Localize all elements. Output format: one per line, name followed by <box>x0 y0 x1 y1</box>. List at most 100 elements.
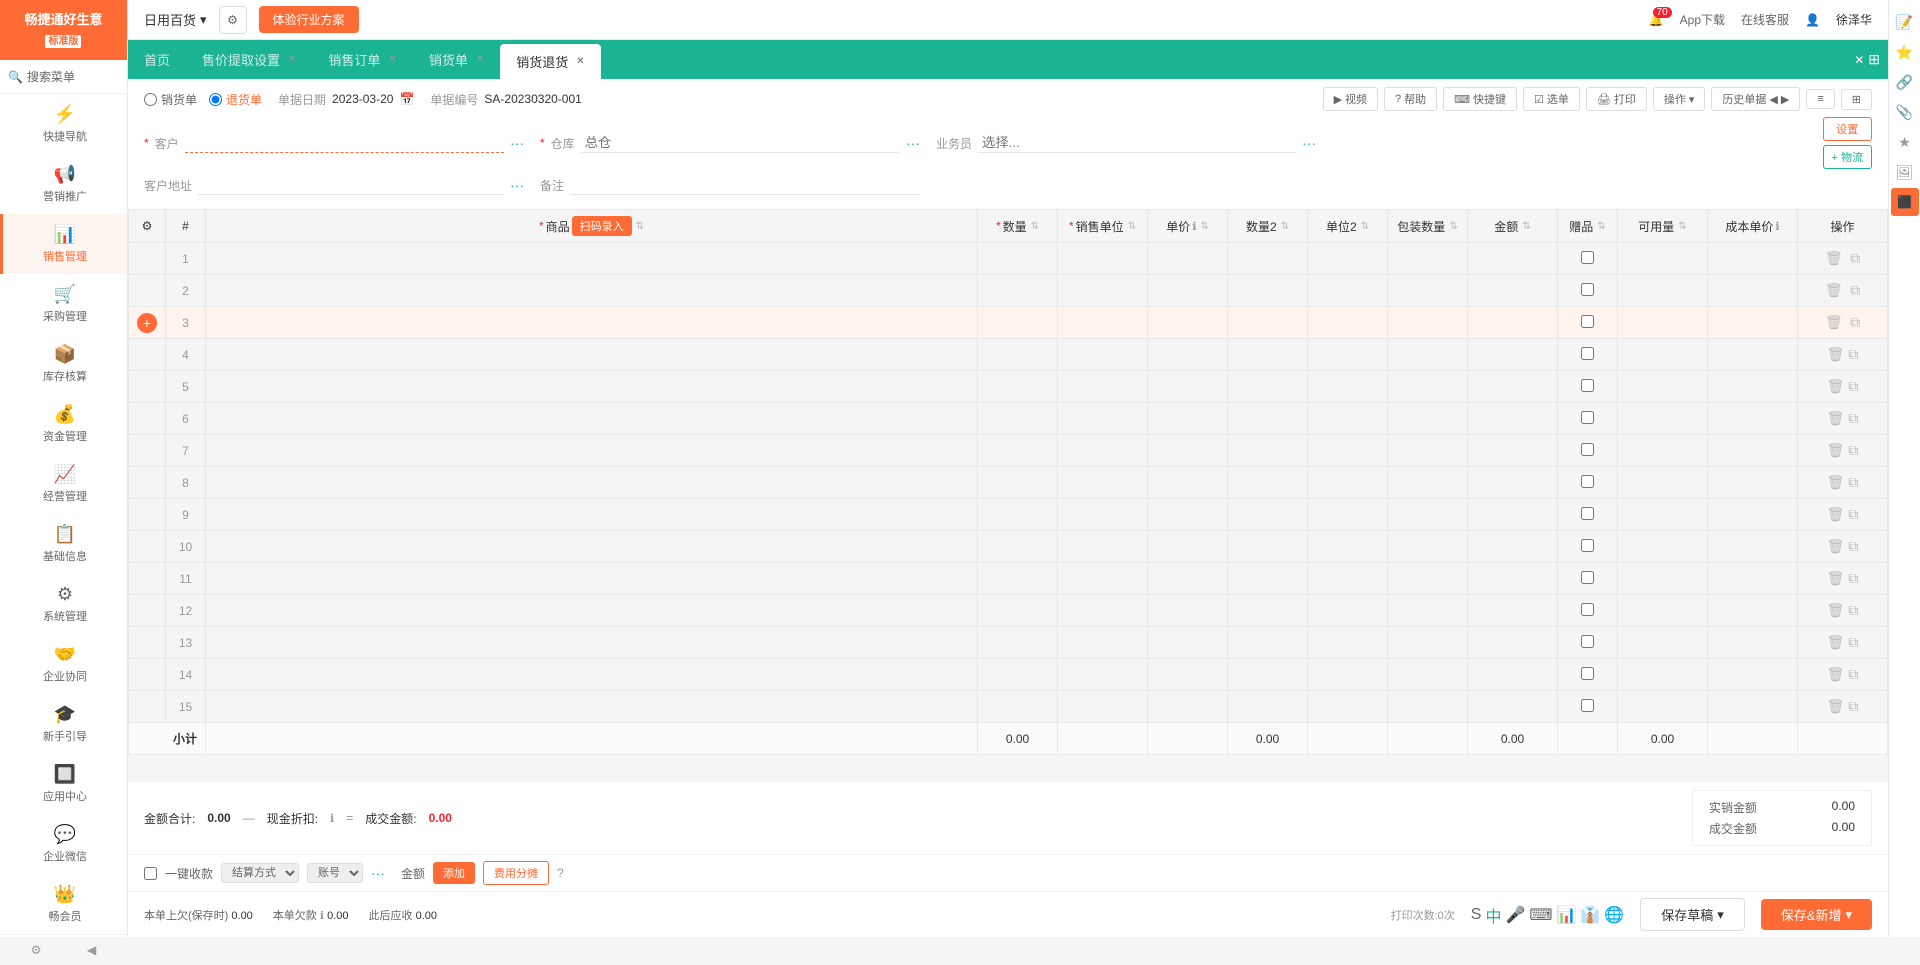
qty-sort-icon[interactable]: ⇅ <box>1031 221 1039 232</box>
amount-cell[interactable] <box>1468 275 1558 307</box>
available-cell[interactable] <box>1618 275 1708 307</box>
app-download-link[interactable]: App下载 <box>1680 11 1725 28</box>
print-button[interactable]: 🖨 打印 <box>1586 87 1647 111</box>
unit-sort-icon[interactable]: ⇅ <box>1128 221 1136 232</box>
radio-delivery-input[interactable] <box>144 93 157 106</box>
sidebar-item-finance[interactable]: 💰 资金管理 <box>0 394 127 454</box>
warehouse-lookup-icon[interactable]: ··· <box>906 135 920 151</box>
tab-sales-order[interactable]: 销售订单 ✕ <box>312 42 412 77</box>
search-menu[interactable]: 🔍 搜索菜单 <box>0 60 127 94</box>
tab-sales-order-close[interactable]: ✕ <box>388 54 396 65</box>
product-input[interactable] <box>214 315 969 330</box>
warehouse-input[interactable] <box>581 133 900 153</box>
right-panel-image[interactable]: 🖼 <box>1891 158 1919 186</box>
history-button[interactable]: 历史单据 ◀ ▶ <box>1711 87 1800 111</box>
delete-row-icon[interactable]: 🗑 <box>1827 570 1845 586</box>
unit-cell[interactable] <box>1058 243 1148 275</box>
sidebar-item-operation[interactable]: 📈 经营管理 <box>0 454 127 514</box>
copy-row-icon[interactable]: ⧉ <box>1848 570 1858 586</box>
view-list-btn[interactable]: ≡ <box>1806 89 1834 109</box>
qty2-cell[interactable] <box>1228 307 1308 339</box>
tab-home[interactable]: 首页 <box>128 42 186 77</box>
sidebar-item-basic[interactable]: 📋 基础信息 <box>0 514 127 574</box>
radio-delivery[interactable]: 销货单 <box>144 91 197 108</box>
shortcut-button[interactable]: ⌨ 快捷键 <box>1443 87 1517 111</box>
tab-price-setting-close[interactable]: ✕ <box>288 54 296 65</box>
delete-row-icon[interactable]: 🗑 <box>1827 666 1845 682</box>
setup-button[interactable]: 设置 <box>1823 117 1872 141</box>
unit2-cell[interactable] <box>1308 243 1388 275</box>
address-input[interactable] <box>198 175 504 195</box>
copy-row-icon[interactable]: ⧉ <box>1848 474 1858 490</box>
delete-row-icon[interactable]: 🗑 <box>1827 602 1845 618</box>
sidebar-item-inventory[interactable]: 📦 库存核算 <box>0 334 127 394</box>
sidebar-item-enterprise[interactable]: 🤝 企业协同 <box>0 634 127 694</box>
calc-method-select[interactable]: 结算方式 <box>221 863 299 883</box>
note-input[interactable] <box>570 175 920 195</box>
copy-row-icon[interactable]: ⧉ <box>1848 634 1858 650</box>
tab-menu-icon[interactable]: ⊞ <box>1868 51 1880 68</box>
delete-row-icon[interactable]: 🗑 <box>1827 506 1845 522</box>
taskbar-icon-3[interactable]: 🎤 <box>1505 905 1525 925</box>
sidebar-item-shortcut[interactable]: ⚡ 快捷导航 <box>0 94 127 154</box>
customer-input[interactable] <box>185 133 504 153</box>
cost-cell[interactable] <box>1708 307 1798 339</box>
right-panel-active[interactable]: ⬛ <box>1891 188 1919 216</box>
price-cell[interactable] <box>1148 307 1228 339</box>
right-panel-fav[interactable]: ★ <box>1891 128 1919 156</box>
pkg-cell[interactable] <box>1388 275 1468 307</box>
available-sort-icon[interactable]: ⇅ <box>1678 221 1686 232</box>
qty2-cell[interactable] <box>1228 243 1308 275</box>
topbar-settings-button[interactable]: ⚙ <box>219 6 247 34</box>
price-sort-icon[interactable]: ⇅ <box>1200 221 1208 232</box>
copy-row-icon[interactable]: ⧉ <box>1848 442 1858 458</box>
radio-return[interactable]: 退货单 <box>209 91 262 108</box>
scan-button[interactable]: 扫码录入 <box>572 216 632 236</box>
tab-sales-return[interactable]: 销货退货 ✕ <box>500 44 600 79</box>
account-select[interactable]: 账号 <box>307 863 363 883</box>
price-cell[interactable] <box>1148 243 1228 275</box>
delete-row-icon[interactable]: 🗑 <box>1827 378 1845 394</box>
right-panel-link[interactable]: 🔗 <box>1891 68 1919 96</box>
gift-sort-icon[interactable]: ⇅ <box>1597 221 1605 232</box>
copy-row-icon[interactable]: ⧉ <box>1848 602 1858 618</box>
calendar-icon[interactable]: 📅 <box>399 92 414 106</box>
fee-help-icon[interactable]: ? <box>557 866 564 880</box>
right-panel-attach[interactable]: 📎 <box>1891 98 1919 126</box>
taskbar-icon-2[interactable]: 中 <box>1485 903 1501 927</box>
copy-row-icon[interactable]: ⧉ <box>1848 346 1858 362</box>
taskbar-icon-6[interactable]: 👔 <box>1580 905 1600 925</box>
gift-cell[interactable] <box>1558 275 1618 307</box>
tab-price-setting[interactable]: 售价提取设置 ✕ <box>186 42 312 77</box>
add-logistics-button[interactable]: + 物流 <box>1823 145 1872 169</box>
unit2-cell[interactable] <box>1308 275 1388 307</box>
qty-cell[interactable] <box>978 275 1058 307</box>
product-cell[interactable] <box>206 275 978 307</box>
close-tab-icon[interactable]: ✕ <box>1854 53 1864 67</box>
amount-cell[interactable] <box>1468 307 1558 339</box>
unit-cell[interactable] <box>1058 275 1148 307</box>
view-grid-btn[interactable]: ⊞ <box>1841 89 1872 110</box>
account-lookup-icon[interactable]: ··· <box>371 865 385 881</box>
product-cell[interactable] <box>206 243 978 275</box>
copy-row-icon[interactable]: ⧉ <box>1848 538 1858 554</box>
save-draft-button[interactable]: 保存草稿 ▾ <box>1640 898 1745 931</box>
gift-cell[interactable] <box>1558 243 1618 275</box>
fee-split-button[interactable]: 费用分摊 <box>483 861 549 885</box>
add-payment-button[interactable]: 添加 <box>433 862 475 884</box>
copy-row-icon[interactable]: ⧉ <box>1848 410 1858 426</box>
tab-sales-delivery-close[interactable]: ✕ <box>476 54 484 65</box>
delete-row-icon[interactable]: 🗑 <box>1827 634 1845 650</box>
sidebar-item-purchase[interactable]: 🛒 采购管理 <box>0 274 127 334</box>
tab-sales-return-close[interactable]: ✕ <box>576 56 584 67</box>
unit2-sort-icon[interactable]: ⇅ <box>1361 221 1369 232</box>
copy-row-icon[interactable]: ⧉ <box>1848 666 1858 682</box>
qty-cell[interactable] <box>978 307 1058 339</box>
sidebar-item-wechat[interactable]: 💬 企业微信 <box>0 814 127 874</box>
copy-row-icon[interactable]: ⧉ <box>1848 506 1858 522</box>
delete-row-icon[interactable]: 🗑 <box>1825 282 1843 298</box>
qty2-sort-icon[interactable]: ⇅ <box>1281 221 1289 232</box>
sidebar-item-system[interactable]: ⚙ 系统管理 <box>0 574 127 634</box>
salesperson-lookup-icon[interactable]: ··· <box>1302 135 1316 151</box>
video-button[interactable]: ▶ 视频 <box>1323 87 1378 111</box>
